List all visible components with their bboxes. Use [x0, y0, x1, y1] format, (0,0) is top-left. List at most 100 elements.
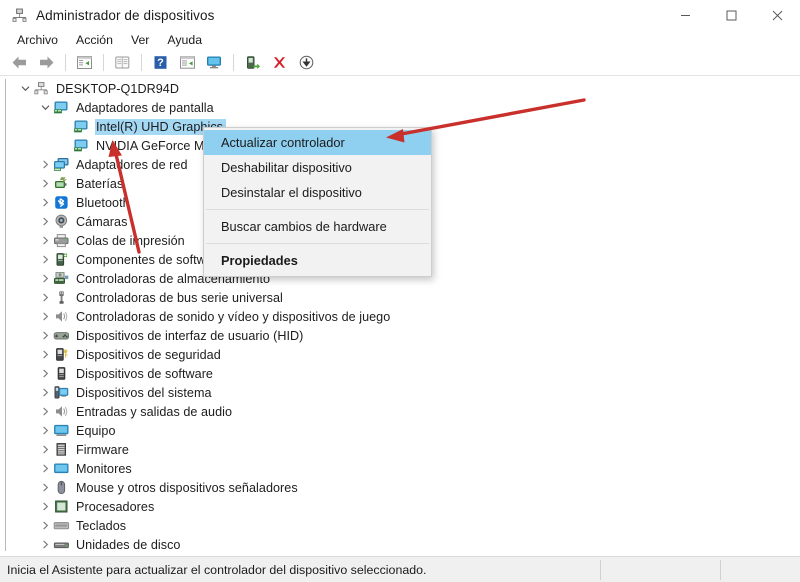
tree-row-computer-category[interactable]: Equipo [6, 421, 795, 440]
tree-label: Mouse y otros dispositivos señaladores [76, 480, 298, 495]
chevron-right-icon[interactable] [38, 497, 52, 516]
minimize-button[interactable] [662, 0, 708, 30]
chevron-right-icon[interactable] [38, 516, 52, 535]
chevron-right-icon[interactable] [38, 269, 52, 288]
software-device-icon [52, 365, 70, 382]
ctx-disable-device[interactable]: Deshabilitar dispositivo [204, 155, 431, 180]
bluetooth-icon [52, 194, 70, 211]
no-chevron [58, 136, 72, 155]
tree-label: Adaptadores de red [76, 157, 188, 172]
tree-row-hid-devices[interactable]: Dispositivos de interfaz de usuario (HID… [6, 326, 795, 345]
printer-icon [52, 232, 70, 249]
tree-row-mice[interactable]: Mouse y otros dispositivos señaladores [6, 478, 795, 497]
battery-icon [52, 175, 70, 192]
menu-accion[interactable]: Acción [67, 31, 122, 49]
update-driver-icon [179, 56, 195, 69]
tree-row-system-devices[interactable]: Dispositivos del sistema [6, 383, 795, 402]
scan-hardware-button[interactable] [201, 52, 227, 74]
storage-controller-icon [52, 270, 70, 287]
chevron-right-icon[interactable] [38, 212, 52, 231]
status-text: Inicia el Asistente para actualizar el c… [7, 562, 427, 577]
properties-button[interactable] [109, 52, 135, 74]
properties-icon [114, 56, 129, 69]
tree-label: Colas de impresión [76, 233, 185, 248]
uninstall-device-button[interactable] [266, 52, 292, 74]
update-driver-button[interactable] [174, 52, 200, 74]
svg-text:?: ? [157, 57, 164, 69]
tree-label: Baterías [76, 176, 124, 191]
chevron-right-icon[interactable] [38, 345, 52, 364]
maximize-button[interactable] [708, 0, 754, 30]
title-bar: Administrador de dispositivos [0, 0, 800, 30]
chevron-right-icon[interactable] [38, 383, 52, 402]
chevron-right-icon[interactable] [38, 326, 52, 345]
menu-archivo[interactable]: Archivo [8, 31, 67, 49]
show-hide-tree-button[interactable] [71, 52, 97, 74]
chevron-right-icon[interactable] [38, 364, 52, 383]
forward-button[interactable] [33, 52, 59, 74]
close-button[interactable] [754, 0, 800, 30]
display-adapter-icon [52, 99, 70, 116]
monitor-scan-icon [207, 56, 221, 69]
tree-row-processors[interactable]: Procesadores [6, 497, 795, 516]
processor-icon [52, 498, 70, 515]
device-manager-icon [10, 6, 28, 24]
keyboard-icon [52, 517, 70, 534]
chevron-right-icon[interactable] [38, 174, 52, 193]
tree-row-sound-controllers[interactable]: Controladoras de sonido y vídeo y dispos… [6, 307, 795, 326]
toolbar-separator-2 [103, 54, 104, 71]
computer-node-icon [32, 80, 50, 97]
chevron-right-icon[interactable] [38, 307, 52, 326]
menu-ayuda[interactable]: Ayuda [158, 31, 211, 49]
tree-row-audio-io[interactable]: Entradas y salidas de audio [6, 402, 795, 421]
context-menu-separator-1 [206, 209, 429, 210]
toolbar-separator-3 [141, 54, 142, 71]
chevron-down-icon[interactable] [18, 79, 32, 98]
system-device-icon [52, 384, 70, 401]
display-adapter-icon [72, 118, 90, 135]
computer-icon [52, 422, 70, 439]
chevron-right-icon[interactable] [38, 250, 52, 269]
chevron-down-icon[interactable] [38, 98, 52, 117]
toolbar: ? [0, 50, 800, 76]
enable-device-button[interactable] [239, 52, 265, 74]
chevron-right-icon[interactable] [38, 440, 52, 459]
status-divider-2 [720, 560, 721, 580]
no-chevron [58, 117, 72, 136]
disk-drive-icon [52, 536, 70, 551]
tree-row-security-devices[interactable]: Dispositivos de seguridad [6, 345, 795, 364]
tree-row-usb-controllers[interactable]: Controladoras de bus serie universal [6, 288, 795, 307]
ctx-scan-hardware[interactable]: Buscar cambios de hardware [204, 214, 431, 239]
camera-icon [52, 213, 70, 230]
tree-row-computer[interactable]: DESKTOP-Q1DR94D [6, 79, 795, 98]
window-controls [662, 0, 800, 30]
menu-ver[interactable]: Ver [122, 31, 158, 49]
tree-row-display-adapters[interactable]: Adaptadores de pantalla [6, 98, 795, 117]
chevron-right-icon[interactable] [38, 478, 52, 497]
chevron-right-icon[interactable] [38, 459, 52, 478]
chevron-right-icon[interactable] [38, 155, 52, 174]
chevron-right-icon[interactable] [38, 402, 52, 421]
ctx-update-driver[interactable]: Actualizar controlador [204, 130, 431, 155]
back-button[interactable] [6, 52, 32, 74]
tree-row-disk-drives[interactable]: Unidades de disco [6, 535, 795, 551]
ctx-properties[interactable]: Propiedades [204, 248, 431, 273]
chevron-right-icon[interactable] [38, 193, 52, 212]
tree-label: Firmware [76, 442, 129, 457]
scan-changes-button[interactable] [293, 52, 319, 74]
ctx-uninstall-device[interactable]: Desinstalar el dispositivo [204, 180, 431, 205]
display-adapter-icon [72, 137, 90, 154]
tree-row-monitors[interactable]: Monitores [6, 459, 795, 478]
help-button[interactable]: ? [147, 52, 173, 74]
tree-row-firmware[interactable]: Firmware [6, 440, 795, 459]
chevron-right-icon[interactable] [38, 288, 52, 307]
hid-device-icon [52, 327, 70, 344]
tree-row-software-devices[interactable]: Dispositivos de software [6, 364, 795, 383]
chevron-right-icon[interactable] [38, 231, 52, 250]
tree-panel-icon [76, 56, 92, 69]
tree-row-keyboards[interactable]: Teclados [6, 516, 795, 535]
chevron-right-icon[interactable] [38, 421, 52, 440]
tree-label: Cámaras [76, 214, 128, 229]
chevron-right-icon[interactable] [38, 535, 52, 551]
context-menu[interactable]: Actualizar controlador Deshabilitar disp… [203, 127, 432, 277]
